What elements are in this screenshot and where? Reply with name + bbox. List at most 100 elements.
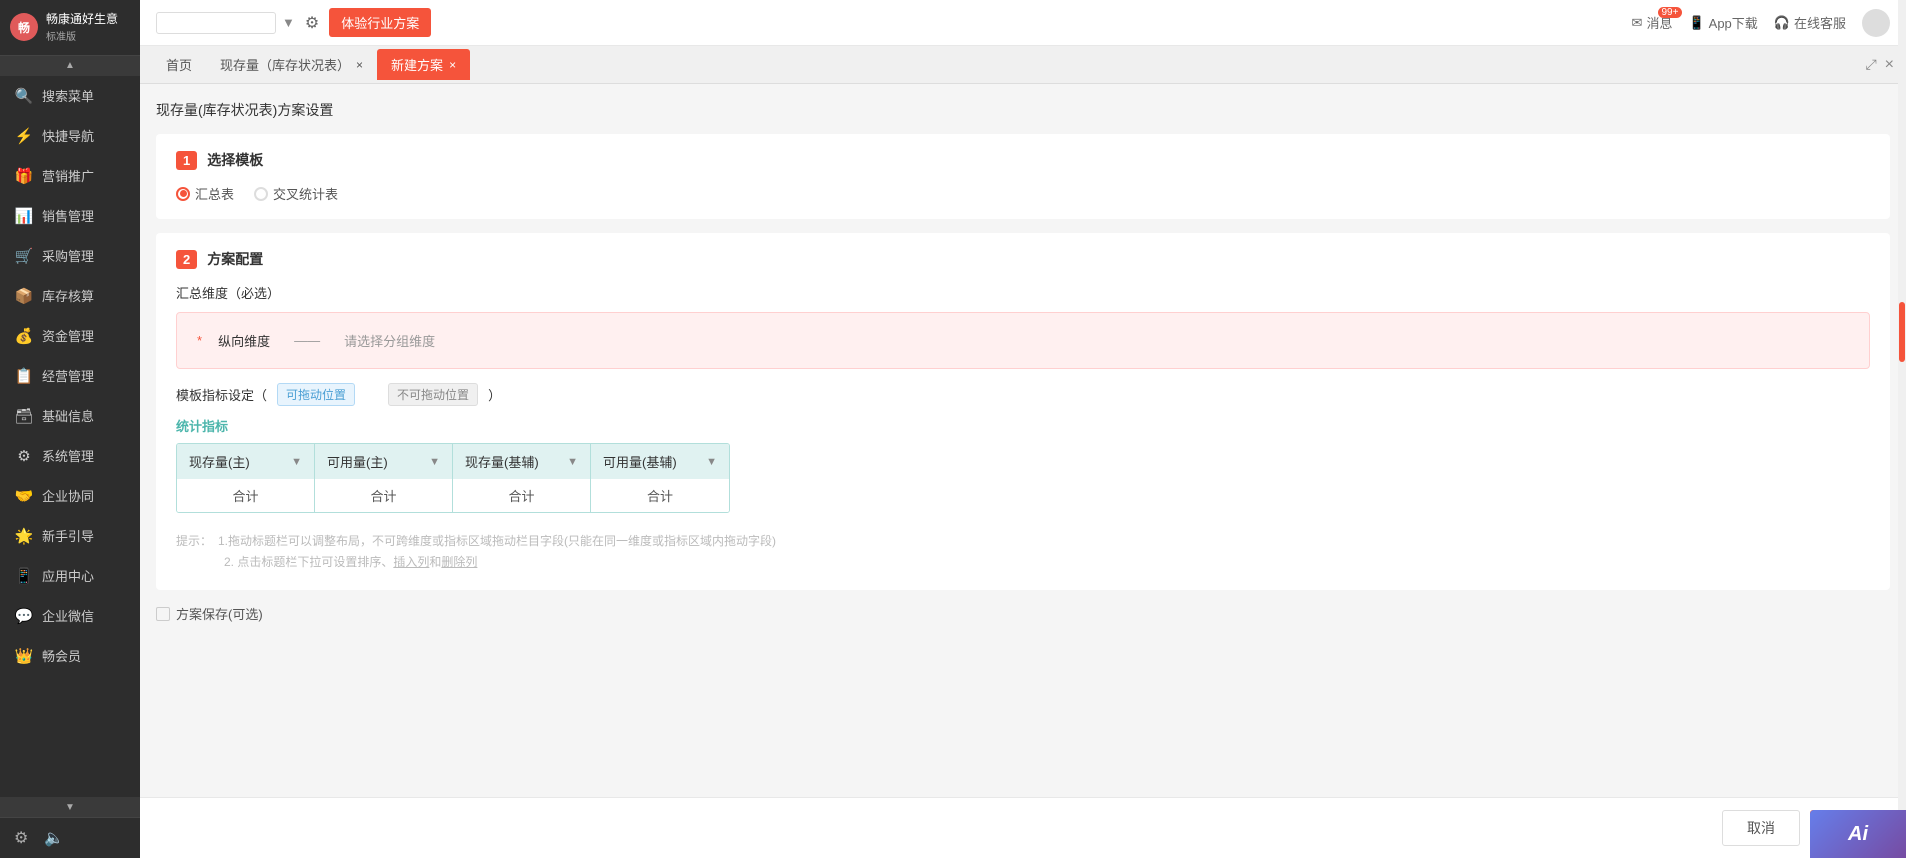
sidebar-item-membership-label: 畅会员	[42, 646, 81, 665]
movable-badge: 可拖动位置	[277, 383, 355, 406]
action-bar: 取消 查询	[140, 797, 1906, 858]
stats-table-body: 合计 合计 合计 合计	[177, 479, 729, 512]
col2-chevron[interactable]: ▼	[429, 456, 440, 468]
cancel-button[interactable]: 取消	[1722, 810, 1800, 846]
sidebar-item-basic-info[interactable]: 🗃 基础信息	[0, 396, 140, 436]
sidebar-bottom: ⚙ 🔈	[0, 817, 140, 858]
brand-version: 标准版	[46, 28, 118, 43]
required-mark: *	[197, 333, 202, 348]
stats-table: 现存量(主) ▼ 可用量(主) ▼ 现存量(基辅) ▼	[176, 443, 730, 513]
online-service-group[interactable]: 🎧 在线客服	[1774, 13, 1846, 32]
col4-cell: 合计	[591, 479, 729, 512]
radio-summary[interactable]: 汇总表	[176, 184, 234, 203]
sidebar-nav: 🔍 搜索菜单 ⚡ 快捷导航 🎁 营销推广 📊 销售管理 🛒 采购管理 📦 库存核…	[0, 76, 140, 797]
step1-header: 1 选择模板	[176, 150, 1870, 170]
sidebar-item-finance[interactable]: 💰 资金管理	[0, 316, 140, 356]
col3-header[interactable]: 现存量(基辅) ▼	[453, 444, 591, 479]
sidebar-item-system[interactable]: ⚙ 系统管理	[0, 436, 140, 476]
sidebar-item-cooperation-label: 企业协同	[42, 486, 94, 505]
gear-icon[interactable]: ⚙	[305, 13, 319, 33]
indicator-label: 模板指标设定（ 可拖动位置 不可拖动位置 ）	[176, 383, 1870, 406]
tab-inventory-status-label: 现存量（库存状况表）	[220, 55, 350, 74]
col2-header[interactable]: 可用量(主) ▼	[315, 444, 453, 479]
app-download-group[interactable]: 📱 App下载	[1688, 13, 1757, 32]
sidebar-item-sales[interactable]: 📊 销售管理	[0, 196, 140, 236]
dropdown-icon[interactable]: ▼	[282, 15, 295, 30]
tab-close-all-icon[interactable]: ×	[1885, 56, 1894, 74]
col3-label: 现存量(基辅)	[465, 452, 539, 471]
sidebar-scroll-down[interactable]: ▼	[0, 797, 140, 817]
search-input[interactable]	[156, 12, 276, 34]
sidebar-item-membership[interactable]: 👑 畅会员	[0, 636, 140, 676]
tab-new-plan-close[interactable]: ×	[449, 58, 456, 72]
sales-icon: 📊	[14, 206, 34, 226]
operation-icon: 📋	[14, 366, 34, 386]
sidebar-item-basic-info-label: 基础信息	[42, 406, 94, 425]
settings-icon[interactable]: ⚙	[14, 828, 28, 848]
sidebar-item-operation[interactable]: 📋 经营管理	[0, 356, 140, 396]
tab-home[interactable]: 首页	[152, 49, 206, 80]
sidebar-item-marketing[interactable]: 🎁 营销推广	[0, 156, 140, 196]
message-badge: 99+	[1658, 7, 1683, 18]
sidebar-item-app-center[interactable]: 📱 应用中心	[0, 556, 140, 596]
message-icon: ✉	[1632, 15, 1643, 31]
col1-header[interactable]: 现存量(主) ▼	[177, 444, 315, 479]
system-icon: ⚙	[14, 446, 34, 466]
col4-chevron[interactable]: ▼	[706, 456, 717, 468]
save-checkbox[interactable]	[156, 607, 170, 621]
message-group[interactable]: ✉ 消息 99+	[1632, 13, 1673, 32]
col4-label: 可用量(基辅)	[603, 452, 677, 471]
right-scrollbar[interactable]	[1898, 0, 1906, 858]
sidebar-item-sales-label: 销售管理	[42, 206, 94, 225]
wechat-icon: 💬	[14, 606, 34, 626]
tab-new-plan[interactable]: 新建方案 ×	[377, 49, 470, 80]
sidebar-item-purchase[interactable]: 🛒 采购管理	[0, 236, 140, 276]
sidebar-item-search[interactable]: 🔍 搜索菜单	[0, 76, 140, 116]
col3-cell: 合计	[453, 479, 591, 512]
sidebar-item-inventory[interactable]: 📦 库存核算	[0, 276, 140, 316]
sidebar-item-quick-nav[interactable]: ⚡ 快捷导航	[0, 116, 140, 156]
tab-inventory-status[interactable]: 现存量（库存状况表） ×	[206, 49, 377, 80]
col1-cell: 合计	[177, 479, 315, 512]
tab-inventory-status-close[interactable]: ×	[356, 58, 363, 72]
sidebar-item-quick-nav-label: 快捷导航	[42, 126, 94, 145]
scrollbar-thumb[interactable]	[1899, 302, 1905, 362]
tab-home-label: 首页	[166, 55, 192, 74]
sidebar-item-wechat-label: 企业微信	[42, 606, 94, 625]
step1-card: 1 选择模板 汇总表 交叉统计表	[156, 134, 1890, 219]
radio-cross-label: 交叉统计表	[273, 184, 338, 203]
tab-expand-icon[interactable]: ⤢	[1865, 56, 1876, 73]
step2-card: 2 方案配置 汇总维度（必选） * 纵向维度 —— 请选择分组维度 模板指标设定…	[156, 233, 1890, 590]
tab-new-plan-label: 新建方案	[391, 55, 443, 74]
sidebar-item-new-guide[interactable]: 🌟 新手引导	[0, 516, 140, 556]
indicator-label-text: 模板指标设定（	[176, 385, 267, 404]
purchase-icon: 🛒	[14, 246, 34, 266]
app-center-icon: 📱	[14, 566, 34, 586]
col1-chevron[interactable]: ▼	[291, 456, 302, 468]
dim-placeholder: 请选择分组维度	[344, 331, 435, 350]
ai-label: Ai	[1848, 823, 1868, 846]
online-service-label: 在线客服	[1794, 13, 1846, 32]
trial-button[interactable]: 体验行业方案	[329, 8, 431, 37]
indicator-settings: 模板指标设定（ 可拖动位置 不可拖动位置 ） 统计指标 现存量(主) ▼	[176, 383, 1870, 570]
delete-col-link[interactable]: 删除列	[441, 555, 477, 569]
col2-cell: 合计	[315, 479, 453, 512]
sidebar-item-cooperation[interactable]: 🤝 企业协同	[0, 476, 140, 516]
col3-chevron[interactable]: ▼	[567, 456, 578, 468]
page-title: 现存量(库存状况表)方案设置	[156, 100, 1890, 120]
sidebar-scroll-up[interactable]: ▲	[0, 56, 140, 76]
topbar: ▼ ⚙ 体验行业方案 ✉ 消息 99+ 📱 App下载 🎧 在线客服	[140, 0, 1906, 46]
dimension-area[interactable]: * 纵向维度 —— 请选择分组维度	[176, 312, 1870, 369]
sidebar: 畅 畅康通好生意 标准版 ▲ 🔍 搜索菜单 ⚡ 快捷导航 🎁 营销推广 📊 销售…	[0, 0, 140, 858]
radio-cross[interactable]: 交叉统计表	[254, 184, 338, 203]
sidebar-item-wechat[interactable]: 💬 企业微信	[0, 596, 140, 636]
insert-col-link[interactable]: 插入列	[393, 555, 429, 569]
col4-header[interactable]: 可用量(基辅) ▼	[591, 444, 729, 479]
step1-title: 选择模板	[207, 150, 263, 170]
speaker-icon[interactable]: 🔈	[44, 828, 64, 848]
sidebar-item-operation-label: 经营管理	[42, 366, 94, 385]
finance-icon: 💰	[14, 326, 34, 346]
search-icon: 🔍	[14, 86, 34, 106]
user-avatar[interactable]	[1862, 9, 1890, 37]
ai-assistant-button[interactable]: Ai	[1810, 810, 1906, 858]
